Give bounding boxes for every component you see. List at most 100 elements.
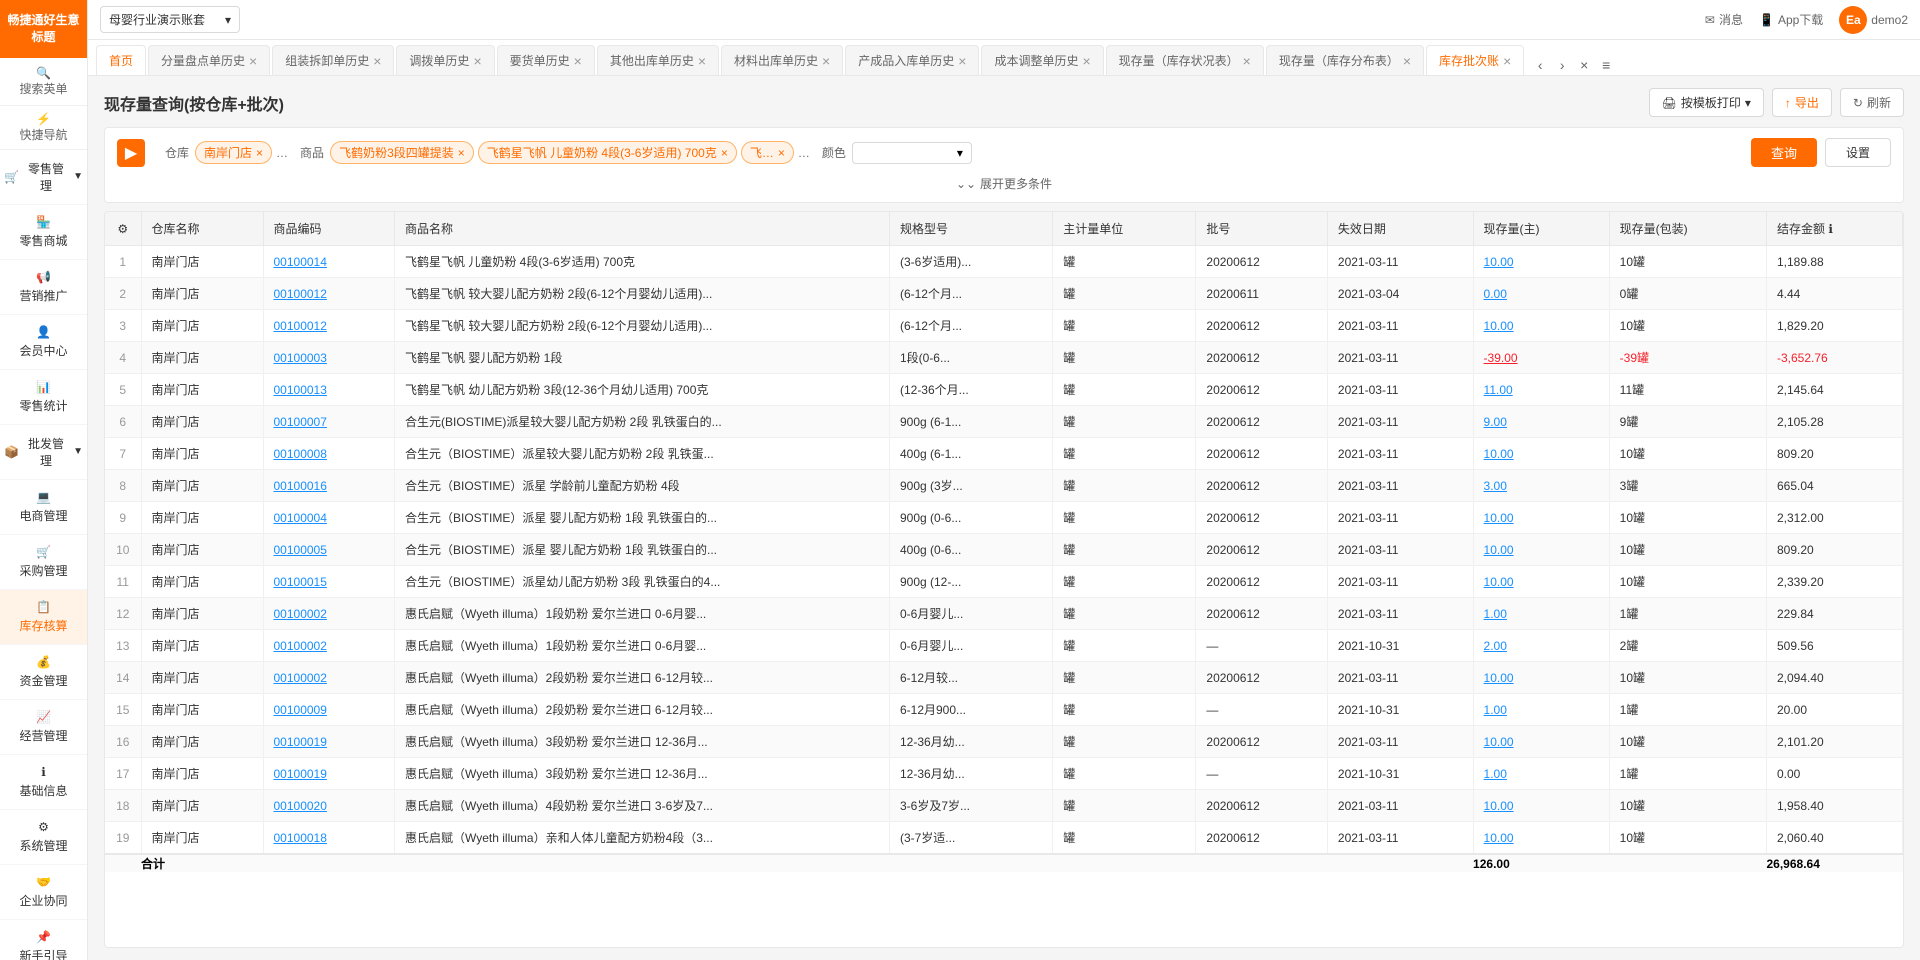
tab-home[interactable]: 首页 [96,45,146,75]
row-qty-main[interactable]: 1.00 [1473,758,1609,790]
sidebar-search[interactable]: 🔍 搜索英单 [0,58,87,106]
row-spec: (12-36个月... [889,374,1052,406]
tab-tiaopo[interactable]: 调拨单历史 × [396,45,494,75]
tab-cailiao[interactable]: 材料出库单历史 × [721,45,843,75]
message-btn[interactable]: ✉ 消息 [1705,11,1743,28]
sidebar-item-base[interactable]: ℹ 基础信息 [0,755,87,810]
tab-close-xianzai2[interactable]: × [1403,54,1411,68]
row-batch: 20200612 [1196,470,1328,502]
tab-close-tiaopo[interactable]: × [473,54,481,68]
row-qty-main[interactable]: 2.00 [1473,630,1609,662]
sidebar-item-marketing[interactable]: 📢 营销推广 [0,260,87,315]
sidebar-quick-nav[interactable]: ⚡ 快捷导航 [0,106,87,150]
product-tag-3[interactable]: 飞… × [741,141,794,164]
sidebar-item-system[interactable]: ⚙ 系统管理 [0,810,87,865]
user-avatar[interactable]: Ea demo2 [1839,6,1908,34]
tab-close-chengben[interactable]: × [1082,54,1090,68]
refresh-btn[interactable]: ↻ 刷新 [1840,88,1904,117]
row-expire: 2021-03-11 [1327,662,1473,694]
tab-close-qita[interactable]: × [698,54,706,68]
sidebar-item-business[interactable]: 📈 经营管理 [0,700,87,755]
tab-zuche[interactable]: 组装拆卸单历史 × [272,45,394,75]
row-qty-main[interactable]: 10.00 [1473,566,1609,598]
sidebar-item-shop[interactable]: 🏪 零售商城 [0,205,87,260]
tab-close-xianzai1[interactable]: × [1243,54,1251,68]
tab-chanzhen[interactable]: 产成品入库单历史 × [845,45,979,75]
tab-next-btn[interactable]: › [1552,55,1572,75]
product-label: 商品 [300,144,324,161]
tab-fenpan[interactable]: 分量盘点单历史 × [148,45,270,75]
sidebar-item-guide[interactable]: 📌 新手引导 [0,920,87,960]
remove-warehouse-tag[interactable]: × [256,146,263,160]
sidebar-item-inventory[interactable]: 📋 库存核算 [0,590,87,645]
row-qty-main[interactable]: 11.00 [1473,374,1609,406]
query-btn[interactable]: 查询 [1751,138,1817,167]
quick-expand-btn[interactable]: ▶ [117,139,145,167]
row-no: 8 [105,470,141,502]
tab-xianzai2[interactable]: 现存量（库存分布表） × [1266,45,1424,75]
row-qty-pkg: 10罐 [1609,502,1766,534]
color-select[interactable]: ▾ [852,142,972,164]
tab-prev-btn[interactable]: ‹ [1530,55,1550,75]
row-qty-main[interactable]: 1.00 [1473,598,1609,630]
row-qty-main[interactable]: 3.00 [1473,470,1609,502]
row-qty-main[interactable]: 0.00 [1473,278,1609,310]
sidebar-item-enterprise[interactable]: 🤝 企业协同 [0,865,87,920]
tab-close-all-btn[interactable]: × [1574,55,1594,75]
row-batch: 20200612 [1196,310,1328,342]
app-download-btn[interactable]: 📱 App下载 [1759,11,1823,28]
row-qty-main[interactable]: 10.00 [1473,502,1609,534]
tab-close-zuche[interactable]: × [373,54,381,68]
product-tag-2[interactable]: 飞鹤星飞帆 儿童奶粉 4段(3-6岁适用) 700克 × [478,141,737,164]
row-qty-main[interactable]: 10.00 [1473,662,1609,694]
col-settings[interactable]: ⚙ [105,212,141,246]
tab-yaohuo[interactable]: 要货单历史 × [497,45,595,75]
tab-menu-btn[interactable]: ≡ [1596,55,1616,75]
tab-qita[interactable]: 其他出库单历史 × [597,45,719,75]
tab-close-cailiao[interactable]: × [822,54,830,68]
expand-conditions-btn[interactable]: ⌄⌄ 展开更多条件 [956,175,1052,192]
row-qty-main[interactable]: -39.00 [1473,342,1609,374]
row-qty-main[interactable]: 10.00 [1473,726,1609,758]
tab-close-kucunpici[interactable]: × [1503,54,1511,68]
row-qty-main[interactable]: 10.00 [1473,534,1609,566]
tab-xianzai1[interactable]: 现存量（库存状况表） × [1106,45,1264,75]
row-batch: 20200612 [1196,342,1328,374]
sidebar-item-member[interactable]: 👤 会员中心 [0,315,87,370]
sidebar-item-stats[interactable]: 📊 零售统计 [0,370,87,425]
row-qty-main[interactable]: 10.00 [1473,310,1609,342]
remove-product-tag-1[interactable]: × [458,146,465,160]
row-qty-pkg: 1罐 [1609,694,1766,726]
product-more-btn[interactable]: … [798,146,810,160]
tab-chengben[interactable]: 成本调整单历史 × [981,45,1103,75]
remove-product-tag-3[interactable]: × [778,146,785,160]
sidebar-item-purchase[interactable]: 🛒 采购管理 [0,535,87,590]
row-qty-main[interactable]: 9.00 [1473,406,1609,438]
row-qty-main[interactable]: 10.00 [1473,246,1609,278]
row-unit: 罐 [1053,406,1196,438]
settings-btn[interactable]: 设置 [1825,138,1891,167]
export-btn[interactable]: ↑ 导出 [1772,88,1832,117]
warehouse-more-btn[interactable]: … [276,146,288,160]
sidebar-item-ecommerce[interactable]: 💻 电商管理 [0,480,87,535]
row-batch: — [1196,694,1328,726]
tab-close-yaohuo[interactable]: × [574,54,582,68]
row-qty-main[interactable]: 10.00 [1473,822,1609,855]
product-tag-1[interactable]: 飞鹤奶粉3段四罐提装 × [330,141,474,164]
tab-close-chanzhen[interactable]: × [958,54,966,68]
tab-kucunpici[interactable]: 库存批次账 × [1426,45,1524,75]
row-qty-main[interactable]: 1.00 [1473,694,1609,726]
sidebar-item-batch[interactable]: 📦 批发管理 ▼ [0,425,87,480]
warehouse-tag-nanan[interactable]: 南岸门店 × [195,141,272,164]
finance-icon: 💰 [36,655,51,669]
row-warehouse: 南岸门店 [141,438,263,470]
template-print-btn[interactable]: 🖨 按模板打印 ▾ [1649,88,1764,117]
tab-close-fenpan[interactable]: × [249,54,257,68]
remove-product-tag-2[interactable]: × [721,146,728,160]
workspace-dropdown[interactable]: 母婴行业演示账套 ▾ [100,6,240,33]
sidebar-item-finance[interactable]: 💰 资金管理 [0,645,87,700]
row-qty-main[interactable]: 10.00 [1473,790,1609,822]
sidebar-item-retail[interactable]: 🛒 零售管理 ▼ [0,150,87,205]
col-code: 商品编码 [263,212,395,246]
row-qty-main[interactable]: 10.00 [1473,438,1609,470]
